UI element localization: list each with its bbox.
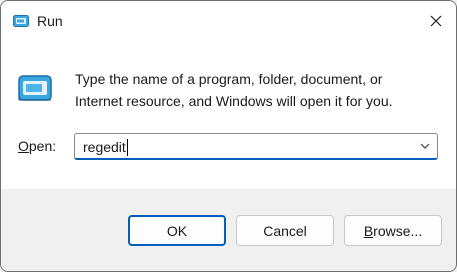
cancel-button[interactable]: Cancel bbox=[236, 215, 334, 246]
open-label: Open: bbox=[18, 138, 56, 154]
text-caret bbox=[126, 138, 128, 156]
dialog-content: Type the name of a program, folder, docu… bbox=[1, 41, 456, 189]
dialog-description: Type the name of a program, folder, docu… bbox=[75, 68, 435, 112]
run-app-icon bbox=[13, 15, 29, 27]
open-label-accelerator: O bbox=[18, 138, 29, 154]
close-icon bbox=[430, 15, 441, 27]
browse-button-accelerator: B bbox=[363, 222, 374, 239]
open-input-value: regedit bbox=[83, 139, 126, 155]
description-line-1: Type the name of a program, folder, docu… bbox=[75, 71, 383, 87]
cancel-button-label: Cancel bbox=[263, 222, 307, 239]
title-bar[interactable]: Run bbox=[1, 1, 456, 41]
description-line-2: Internet resource, and Windows will open… bbox=[75, 93, 393, 109]
run-dialog-icon bbox=[18, 75, 52, 101]
window-title: Run bbox=[37, 13, 63, 29]
close-button[interactable] bbox=[415, 1, 456, 41]
open-input[interactable]: regedit bbox=[83, 138, 128, 156]
open-label-text: pen: bbox=[28, 138, 57, 154]
browse-button-label: rowse... bbox=[373, 222, 423, 239]
open-combobox[interactable]: regedit bbox=[74, 133, 438, 160]
chevron-down-icon[interactable] bbox=[419, 140, 431, 152]
ok-button[interactable]: OK bbox=[128, 215, 226, 246]
run-dialog-window: Run Type the name of a program, folder, … bbox=[0, 0, 457, 272]
browse-button[interactable]: Browse... bbox=[344, 215, 442, 246]
ok-button-label: OK bbox=[166, 222, 188, 239]
button-bar: OK Cancel Browse... bbox=[1, 189, 456, 271]
